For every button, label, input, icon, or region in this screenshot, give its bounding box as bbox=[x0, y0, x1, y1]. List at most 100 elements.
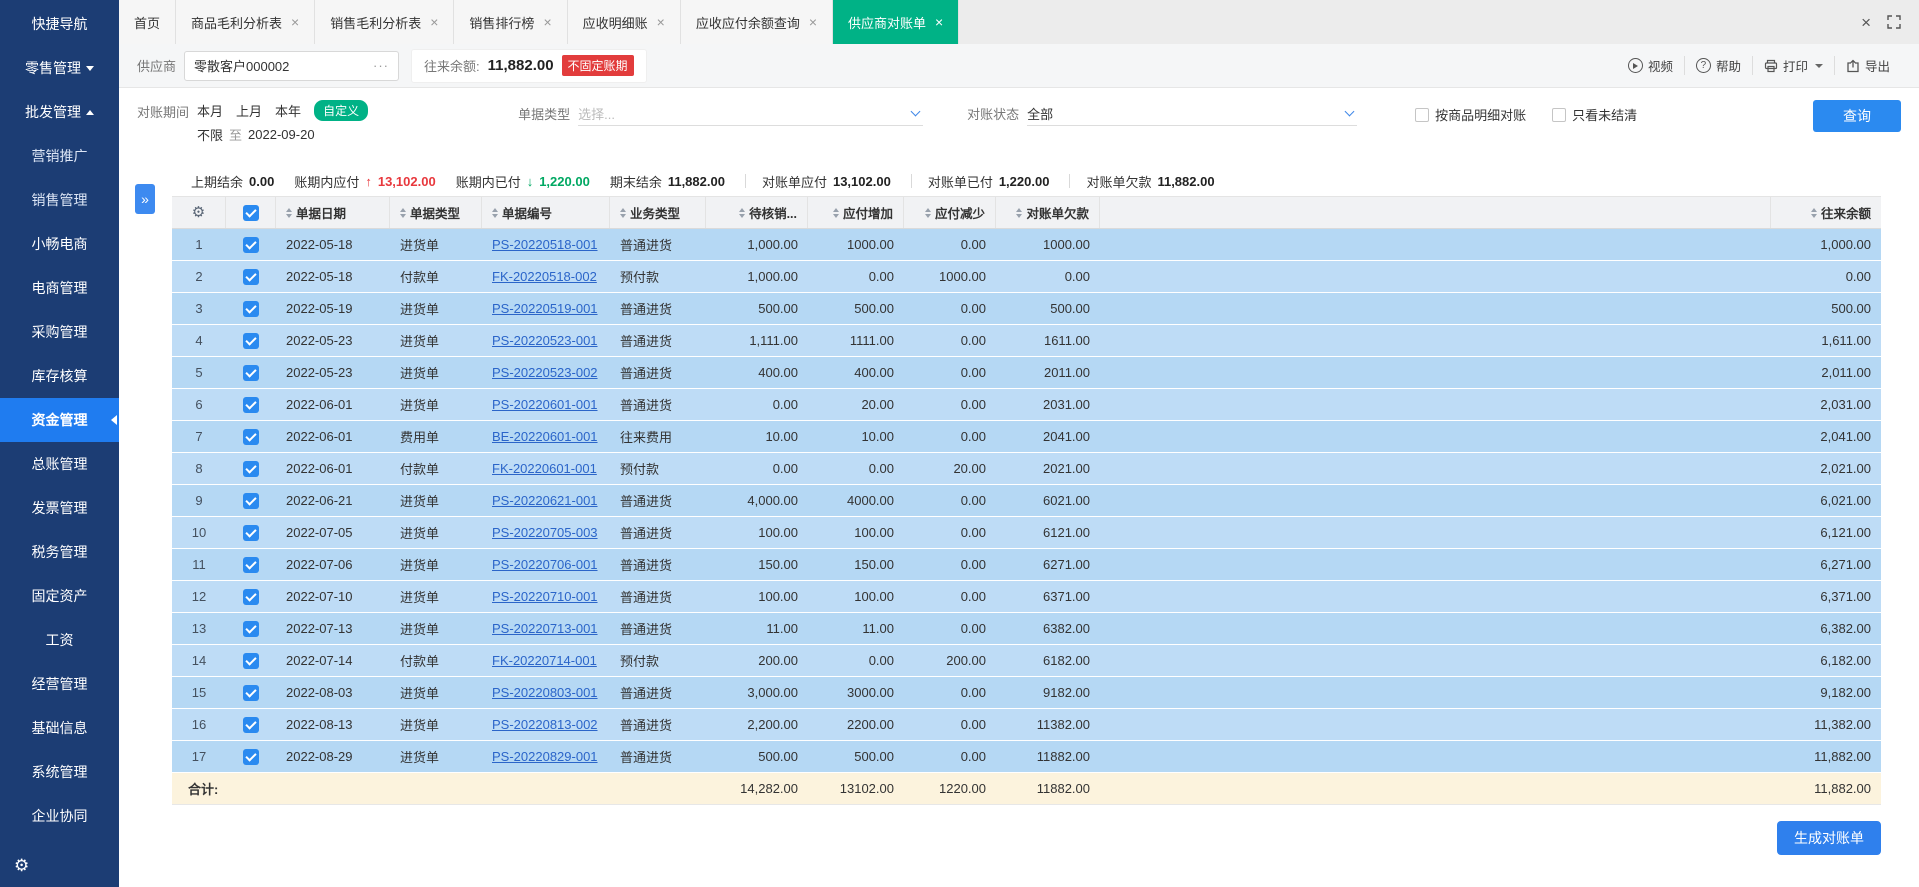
sidebar-item-1[interactable]: 零售管理 bbox=[0, 46, 119, 90]
print-action[interactable]: 打印 bbox=[1751, 56, 1834, 75]
by-product-detail-checkbox[interactable] bbox=[1415, 107, 1430, 122]
panel-expand-button[interactable]: » bbox=[135, 184, 155, 214]
doc-no-link[interactable]: PS-20220713-001 bbox=[492, 621, 598, 636]
period-this-year[interactable]: 本年 bbox=[275, 101, 301, 120]
sidebar-item-13[interactable]: 固定资产 bbox=[0, 574, 119, 618]
tab-5[interactable]: 应收应付余额查询 × bbox=[680, 0, 834, 44]
sidebar-item-5[interactable]: 小畅电商 bbox=[0, 222, 119, 266]
select-all-checkbox[interactable] bbox=[242, 204, 259, 221]
column-header-7[interactable]: 对账单欠款 bbox=[996, 197, 1100, 228]
table-row[interactable]: 14 2022-07-14 付款单 FK-20220714-001 预付款 200.00 0… bbox=[172, 645, 1881, 677]
doc-no-link[interactable]: PS-20220829-001 bbox=[492, 749, 598, 764]
tab-6[interactable]: 供应商对账单 × bbox=[833, 0, 960, 44]
checkbox-by-product-detail[interactable]: 按商品明细对账 bbox=[1415, 105, 1526, 124]
row-checkbox[interactable] bbox=[243, 332, 259, 349]
doc-no-link[interactable]: FK-20220601-001 bbox=[492, 461, 597, 476]
table-row[interactable]: 9 2022-06-21 进货单 PS-20220621-001 普通进货 4,000.0… bbox=[172, 485, 1881, 517]
supplier-picker-icon[interactable]: ··· bbox=[373, 59, 389, 72]
doc-no-link[interactable]: PS-20220705-003 bbox=[492, 525, 598, 540]
row-checkbox[interactable] bbox=[243, 300, 259, 317]
column-header-3[interactable]: 业务类型 bbox=[610, 197, 706, 228]
doc-no-link[interactable]: PS-20220710-001 bbox=[492, 589, 598, 604]
table-row[interactable]: 16 2022-08-13 进货单 PS-20220813-002 普通进货 2,200.… bbox=[172, 709, 1881, 741]
row-checkbox[interactable] bbox=[243, 396, 259, 413]
doc-no-link[interactable]: FK-20220518-002 bbox=[492, 269, 597, 284]
doc-type-select[interactable]: 选择... bbox=[578, 101, 924, 126]
sidebar-item-0[interactable]: 快捷导航 bbox=[0, 2, 119, 46]
sidebar-item-10[interactable]: 总账管理 bbox=[0, 442, 119, 486]
sidebar-item-14[interactable]: 工资 bbox=[0, 618, 119, 662]
checkbox-unsettled-only[interactable]: 只看未结清 bbox=[1552, 105, 1637, 124]
sidebar-item-4[interactable]: 销售管理 bbox=[0, 178, 119, 222]
row-checkbox[interactable] bbox=[243, 460, 259, 477]
doc-no-link[interactable]: PS-20220813-002 bbox=[492, 717, 598, 732]
column-header-9[interactable]: 往来余额 bbox=[1771, 197, 1881, 228]
row-checkbox[interactable] bbox=[243, 716, 259, 733]
tab-close-icon[interactable]: × bbox=[809, 15, 817, 29]
range-end-date[interactable]: 2022-09-20 bbox=[248, 127, 315, 142]
doc-no-link[interactable]: PS-20220601-001 bbox=[492, 397, 598, 412]
tab-2[interactable]: 销售毛利分析表 × bbox=[315, 0, 455, 44]
table-row[interactable]: 13 2022-07-13 进货单 PS-20220713-001 普通进货 11.00 1… bbox=[172, 613, 1881, 645]
row-checkbox[interactable] bbox=[243, 620, 259, 637]
tab-3[interactable]: 销售排行榜 × bbox=[454, 0, 568, 44]
tab-0[interactable]: 首页 bbox=[119, 0, 177, 44]
column-header-5[interactable]: 应付增加 bbox=[808, 197, 904, 228]
table-row[interactable]: 10 2022-07-05 进货单 PS-20220705-003 普通进货 100.00… bbox=[172, 517, 1881, 549]
table-row[interactable]: 11 2022-07-06 进货单 PS-20220706-001 普通进货 150.00… bbox=[172, 549, 1881, 581]
table-row[interactable]: 15 2022-08-03 进货单 PS-20220803-001 普通进货 3,000.… bbox=[172, 677, 1881, 709]
sidebar-item-7[interactable]: 采购管理 bbox=[0, 310, 119, 354]
sidebar-item-3[interactable]: 营销推广 bbox=[0, 134, 119, 178]
settings-gear-icon[interactable]: ⚙ bbox=[14, 856, 29, 876]
row-checkbox[interactable] bbox=[243, 556, 259, 573]
table-row[interactable]: 12 2022-07-10 进货单 PS-20220710-001 普通进货 100.00… bbox=[172, 581, 1881, 613]
doc-no-link[interactable]: PS-20220803-001 bbox=[492, 685, 598, 700]
close-all-tabs-icon[interactable]: × bbox=[1861, 14, 1871, 31]
sidebar-item-17[interactable]: 系统管理 bbox=[0, 750, 119, 794]
sidebar-item-12[interactable]: 税务管理 bbox=[0, 530, 119, 574]
tab-1[interactable]: 商品毛利分析表 × bbox=[176, 0, 316, 44]
row-checkbox[interactable] bbox=[243, 428, 259, 445]
period-custom-badge[interactable]: 自定义 bbox=[314, 100, 369, 121]
doc-no-link[interactable]: PS-20220621-001 bbox=[492, 493, 598, 508]
video-action[interactable]: 视频 bbox=[1617, 56, 1684, 75]
tab-close-icon[interactable]: × bbox=[430, 15, 438, 29]
tab-close-icon[interactable]: × bbox=[657, 15, 665, 29]
row-checkbox[interactable] bbox=[243, 684, 259, 701]
table-row[interactable]: 6 2022-06-01 进货单 PS-20220601-001 普通进货 0.00 20.… bbox=[172, 389, 1881, 421]
help-action[interactable]: ? 帮助 bbox=[1683, 56, 1752, 75]
row-checkbox[interactable] bbox=[243, 524, 259, 541]
doc-no-link[interactable]: PS-20220523-001 bbox=[492, 333, 598, 348]
tab-close-icon[interactable]: × bbox=[935, 15, 943, 29]
table-row[interactable]: 5 2022-05-23 进货单 PS-20220523-002 普通进货 400.00 4… bbox=[172, 357, 1881, 389]
table-row[interactable]: 4 2022-05-23 进货单 PS-20220523-001 普通进货 1,111.0… bbox=[172, 325, 1881, 357]
period-last-month[interactable]: 上月 bbox=[236, 101, 262, 120]
row-checkbox[interactable] bbox=[243, 588, 259, 605]
doc-no-link[interactable]: PS-20220523-002 bbox=[492, 365, 598, 380]
column-settings-icon[interactable]: ⚙ bbox=[192, 205, 205, 220]
row-checkbox[interactable] bbox=[243, 268, 259, 285]
sidebar-item-16[interactable]: 基础信息 bbox=[0, 706, 119, 750]
sidebar-item-9[interactable]: 资金管理 bbox=[0, 398, 119, 442]
generate-statement-button[interactable]: 生成对账单 bbox=[1777, 821, 1881, 855]
range-start[interactable]: 不限 bbox=[197, 125, 223, 144]
column-header-4[interactable]: 待核销... bbox=[706, 197, 808, 228]
column-header-2[interactable]: 单据编号 bbox=[482, 197, 610, 228]
tab-close-icon[interactable]: × bbox=[543, 15, 551, 29]
table-row[interactable]: 8 2022-06-01 付款单 FK-20220601-001 预付款 0.00 0.00… bbox=[172, 453, 1881, 485]
doc-no-link[interactable]: PS-20220519-001 bbox=[492, 301, 598, 316]
sidebar-item-15[interactable]: 经营管理 bbox=[0, 662, 119, 706]
sidebar-item-11[interactable]: 发票管理 bbox=[0, 486, 119, 530]
column-header-1[interactable]: 单据类型 bbox=[390, 197, 482, 228]
export-action[interactable]: 导出 bbox=[1833, 56, 1901, 75]
table-row[interactable]: 17 2022-08-29 进货单 PS-20220829-001 普通进货 500.00… bbox=[172, 741, 1881, 773]
fullscreen-icon[interactable] bbox=[1887, 15, 1901, 29]
supplier-input[interactable]: 零散客户000002 ··· bbox=[184, 50, 400, 81]
tab-close-icon[interactable]: × bbox=[291, 15, 299, 29]
row-checkbox[interactable] bbox=[243, 492, 259, 509]
doc-no-link[interactable]: FK-20220714-001 bbox=[492, 653, 597, 668]
doc-no-link[interactable]: PS-20220706-001 bbox=[492, 557, 598, 572]
query-button[interactable]: 查询 bbox=[1813, 100, 1901, 132]
tab-4[interactable]: 应收明细账 × bbox=[567, 0, 681, 44]
unsettled-only-checkbox[interactable] bbox=[1552, 107, 1567, 122]
